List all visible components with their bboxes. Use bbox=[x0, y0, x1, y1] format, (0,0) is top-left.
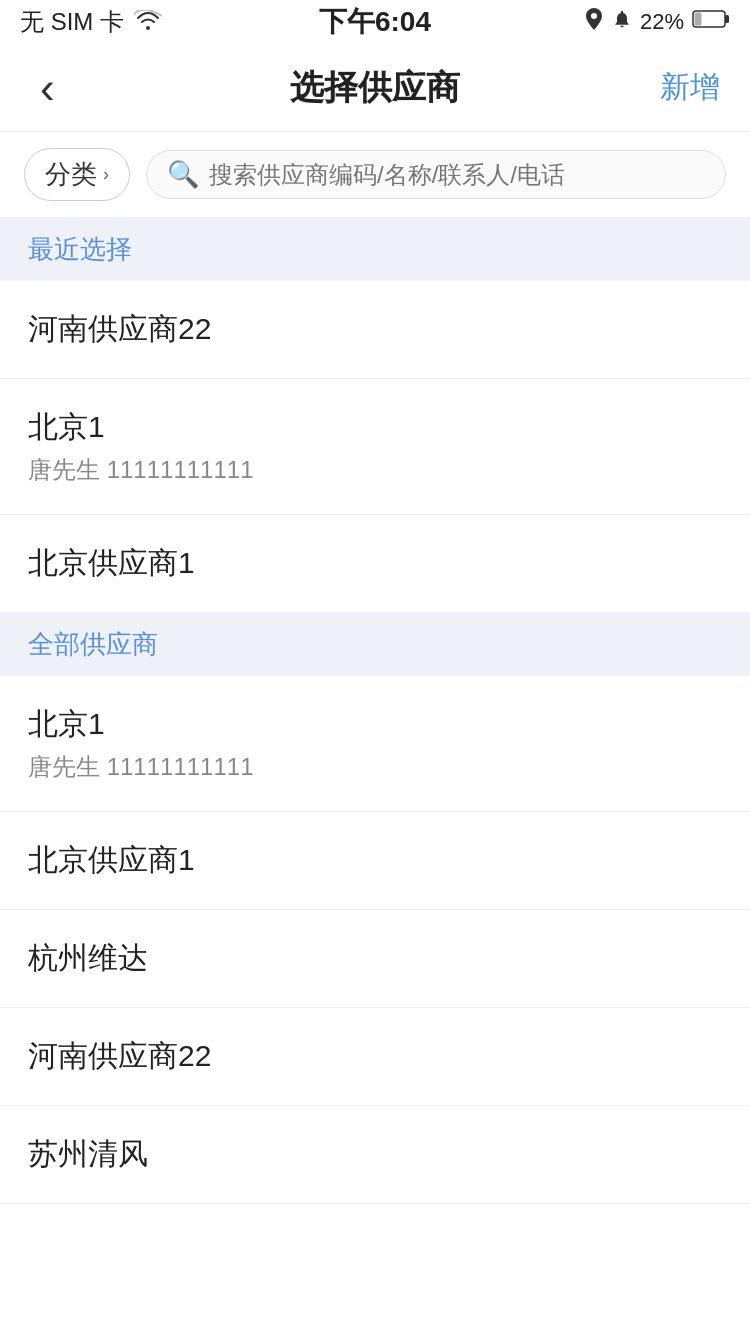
item-name: 苏州清风 bbox=[28, 1134, 722, 1175]
item-name: 河南供应商22 bbox=[28, 1036, 722, 1077]
item-name: 河南供应商22 bbox=[28, 309, 722, 350]
all-suppliers-list: 北京1 唐先生 11111111111 北京供应商1 杭州维达河南供应商22 苏州清风 bbox=[0, 676, 750, 1204]
filter-bar: 分类 › 🔍 bbox=[0, 132, 750, 218]
item-name: 杭州维达 bbox=[28, 938, 722, 979]
search-input[interactable] bbox=[209, 161, 705, 189]
list-item[interactable]: 北京供应商1 bbox=[0, 515, 750, 613]
category-label: 分类 bbox=[45, 157, 97, 192]
all-section-header: 全部供应商 bbox=[0, 613, 750, 676]
item-name: 北京1 bbox=[28, 704, 722, 745]
list-item[interactable]: 河南供应商22 bbox=[0, 1008, 750, 1106]
add-button[interactable]: 新增 bbox=[660, 67, 720, 108]
status-right: 22% bbox=[584, 8, 730, 36]
category-filter-button[interactable]: 分类 › bbox=[24, 148, 130, 201]
alarm-icon bbox=[612, 8, 632, 36]
search-box[interactable]: 🔍 bbox=[146, 150, 726, 199]
all-section-label: 全部供应商 bbox=[28, 629, 158, 659]
back-button[interactable]: ‹ bbox=[30, 53, 65, 123]
nav-bar: ‹ 选择供应商 新增 bbox=[0, 44, 750, 132]
page-title: 选择供应商 bbox=[290, 65, 460, 111]
list-item[interactable]: 河南供应商22 bbox=[0, 281, 750, 379]
status-left: 无 SIM 卡 bbox=[20, 6, 162, 38]
item-name: 北京1 bbox=[28, 407, 722, 448]
list-item[interactable]: 苏州清风 bbox=[0, 1106, 750, 1204]
svg-rect-1 bbox=[725, 15, 729, 23]
status-bar: 无 SIM 卡 下午6:04 22% bbox=[0, 0, 750, 44]
item-name: 北京供应商1 bbox=[28, 840, 722, 881]
svg-rect-2 bbox=[695, 13, 702, 26]
item-name: 北京供应商1 bbox=[28, 543, 722, 584]
recent-list: 河南供应商22 北京1 唐先生 11111111111 北京供应商1 bbox=[0, 281, 750, 613]
recent-section-header: 最近选择 bbox=[0, 218, 750, 281]
list-item[interactable]: 北京1 唐先生 11111111111 bbox=[0, 379, 750, 515]
recent-section-label: 最近选择 bbox=[28, 234, 132, 264]
list-item[interactable]: 北京1 唐先生 11111111111 bbox=[0, 676, 750, 812]
status-time: 下午6:04 bbox=[319, 3, 431, 41]
carrier-label: 无 SIM 卡 bbox=[20, 6, 124, 38]
item-sub: 唐先生 11111111111 bbox=[28, 454, 722, 486]
chevron-right-icon: › bbox=[103, 164, 109, 185]
list-item[interactable]: 北京供应商1 bbox=[0, 812, 750, 910]
list-item[interactable]: 杭州维达 bbox=[0, 910, 750, 1008]
item-sub: 唐先生 11111111111 bbox=[28, 751, 722, 783]
location-icon bbox=[584, 8, 604, 36]
search-icon: 🔍 bbox=[167, 159, 199, 190]
wifi-icon bbox=[134, 8, 162, 36]
battery-icon bbox=[692, 9, 730, 35]
battery-label: 22% bbox=[640, 9, 684, 35]
